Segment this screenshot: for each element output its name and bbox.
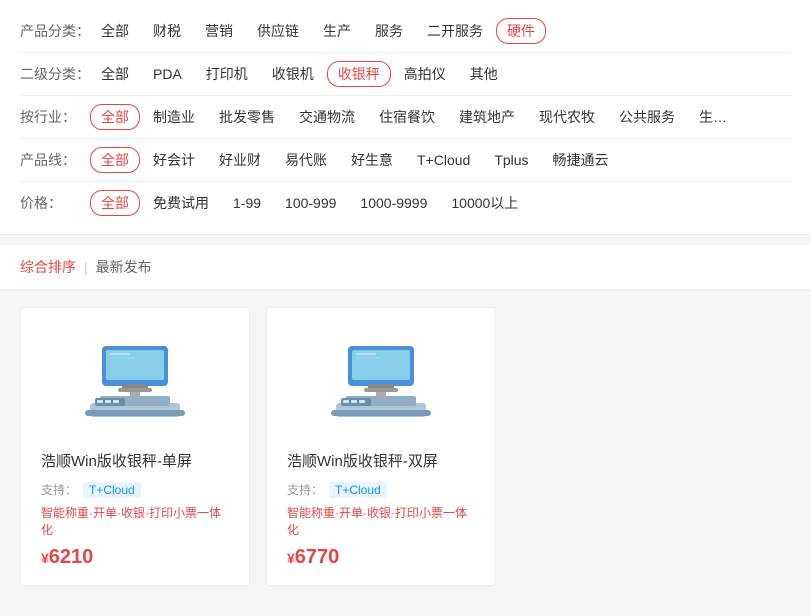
filter-item-p2[interactable]: 100-999 <box>274 192 347 214</box>
product-name-2: 浩顺Win版收银秤-双屏 <box>287 450 475 471</box>
filter-label-productline: 产品线： <box>20 150 90 170</box>
filter-item-production[interactable]: 生产 <box>312 18 362 44</box>
filter-item-marketing[interactable]: 营销 <box>194 18 244 44</box>
filter-item-highcam[interactable]: 高拍仪 <box>393 61 457 87</box>
sort-bar: 综合排序 | 最新发布 <box>0 245 811 291</box>
filter-item-p4[interactable]: 10000以上 <box>440 190 529 216</box>
filter-item-shengyi[interactable]: 好生意 <box>340 147 404 173</box>
filter-row-price: 价格： 全部免费试用1-99100-9991000-999910000以上 <box>20 182 791 224</box>
filter-row-subcategory: 二级分类： 全部PDA打印机收银机收银秤高拍仪其他 <box>20 53 791 96</box>
filter-item-finance[interactable]: 财税 <box>142 18 192 44</box>
filter-item-yecai[interactable]: 好业财 <box>208 147 272 173</box>
filter-section: 产品分类： 全部财税营销供应链生产服务二开服务硬件 二级分类： 全部PDA打印机… <box>0 0 811 235</box>
product-support-2: 支持： T+Cloud <box>287 481 475 498</box>
product-image-2 <box>287 328 475 438</box>
filter-item-hardware[interactable]: 硬件 <box>496 18 546 44</box>
filter-item-p3[interactable]: 1000-9999 <box>349 192 438 214</box>
filter-item-public[interactable]: 公共服务 <box>608 104 686 130</box>
filter-label-price: 价格： <box>20 193 90 213</box>
sort-comprehensive[interactable]: 综合排序 <box>20 253 76 281</box>
filter-label-category: 产品分类： <box>20 21 90 41</box>
filter-item-dazhang[interactable]: 易代账 <box>274 147 338 173</box>
sort-newest[interactable]: 最新发布 <box>96 257 152 277</box>
filter-item-supply[interactable]: 供应链 <box>246 18 310 44</box>
filter-row-category: 产品分类： 全部财税营销供应链生产服务二开服务硬件 <box>20 10 791 53</box>
product-card-1[interactable]: 浩顺Win版收银秤-单屏 支持： T+Cloud 智能称重·开单·收银·打印小票… <box>20 307 250 586</box>
filter-item-畅捷通[interactable]: 畅捷通云 <box>542 147 620 173</box>
filter-items-category: 全部财税营销供应链生产服务二开服务硬件 <box>90 18 546 44</box>
filter-item-other[interactable]: 其他 <box>459 61 509 87</box>
product-name-1: 浩顺Win版收银秤-单屏 <box>41 450 229 471</box>
filter-item-all[interactable]: 全部 <box>90 18 140 44</box>
filter-item-printer[interactable]: 打印机 <box>195 61 259 87</box>
support-tag-1: T+Cloud <box>83 482 141 498</box>
support-tag-2: T+Cloud <box>329 482 387 498</box>
filter-item-pda[interactable]: PDA <box>142 63 193 85</box>
product-price-2: ¥6770 <box>287 546 475 569</box>
product-support-1: 支持： T+Cloud <box>41 481 229 498</box>
filter-item-construction[interactable]: 建筑地产 <box>448 104 526 130</box>
sort-separator: | <box>76 259 96 275</box>
product-desc-2: 智能称重·开单·收银·打印小票一体化 <box>287 504 475 538</box>
filter-items-subcategory: 全部PDA打印机收银机收银秤高拍仪其他 <box>90 61 509 87</box>
filter-item-cashier[interactable]: 收银机 <box>261 61 325 87</box>
pos-machine-icon <box>80 338 190 428</box>
filter-item-open[interactable]: 二开服务 <box>416 18 494 44</box>
filter-item-agri[interactable]: 现代农牧 <box>528 104 606 130</box>
filter-item-bio[interactable]: 生… <box>688 104 738 130</box>
filter-item-retail[interactable]: 批发零售 <box>208 104 286 130</box>
price-symbol-2: ¥ <box>287 550 295 566</box>
pos-machine-icon <box>326 338 436 428</box>
filter-items-productline: 全部好会计好业财易代账好生意T+CloudTplus畅捷通云 <box>90 147 620 173</box>
filter-label-subcategory: 二级分类： <box>20 64 90 84</box>
filter-item-mfg[interactable]: 制造业 <box>142 104 206 130</box>
filter-item-all[interactable]: 全部 <box>90 61 140 87</box>
filter-item-hotel[interactable]: 住宿餐饮 <box>368 104 446 130</box>
support-label-2: 支持： <box>287 481 323 498</box>
filter-item-scale[interactable]: 收银秤 <box>327 61 391 87</box>
filter-items-price: 全部免费试用1-99100-9991000-999910000以上 <box>90 190 529 216</box>
price-symbol-1: ¥ <box>41 550 49 566</box>
filter-item-all[interactable]: 全部 <box>90 104 140 130</box>
filter-item-service[interactable]: 服务 <box>364 18 414 44</box>
filter-item-tcloud[interactable]: T+Cloud <box>406 149 481 171</box>
product-card-2[interactable]: 浩顺Win版收银秤-双屏 支持： T+Cloud 智能称重·开单·收银·打印小票… <box>266 307 496 586</box>
filter-item-p1[interactable]: 1-99 <box>222 192 272 214</box>
product-price-1: ¥6210 <box>41 546 229 569</box>
filter-item-tplus[interactable]: Tplus <box>483 149 539 171</box>
support-label-1: 支持： <box>41 481 77 498</box>
filter-item-free[interactable]: 免费试用 <box>142 190 220 216</box>
filter-item-kuaiji[interactable]: 好会计 <box>142 147 206 173</box>
product-desc-1: 智能称重·开单·收银·打印小票一体化 <box>41 504 229 538</box>
products-grid: 浩顺Win版收银秤-单屏 支持： T+Cloud 智能称重·开单·收银·打印小票… <box>0 291 811 602</box>
product-image-1 <box>41 328 229 438</box>
filter-label-industry: 按行业： <box>20 107 90 127</box>
filter-row-productline: 产品线： 全部好会计好业财易代账好生意T+CloudTplus畅捷通云 <box>20 139 791 182</box>
filter-item-transport[interactable]: 交通物流 <box>288 104 366 130</box>
filter-item-all[interactable]: 全部 <box>90 147 140 173</box>
filter-items-industry: 全部制造业批发零售交通物流住宿餐饮建筑地产现代农牧公共服务生… <box>90 104 738 130</box>
filter-row-industry: 按行业： 全部制造业批发零售交通物流住宿餐饮建筑地产现代农牧公共服务生… <box>20 96 791 139</box>
filter-item-all[interactable]: 全部 <box>90 190 140 216</box>
